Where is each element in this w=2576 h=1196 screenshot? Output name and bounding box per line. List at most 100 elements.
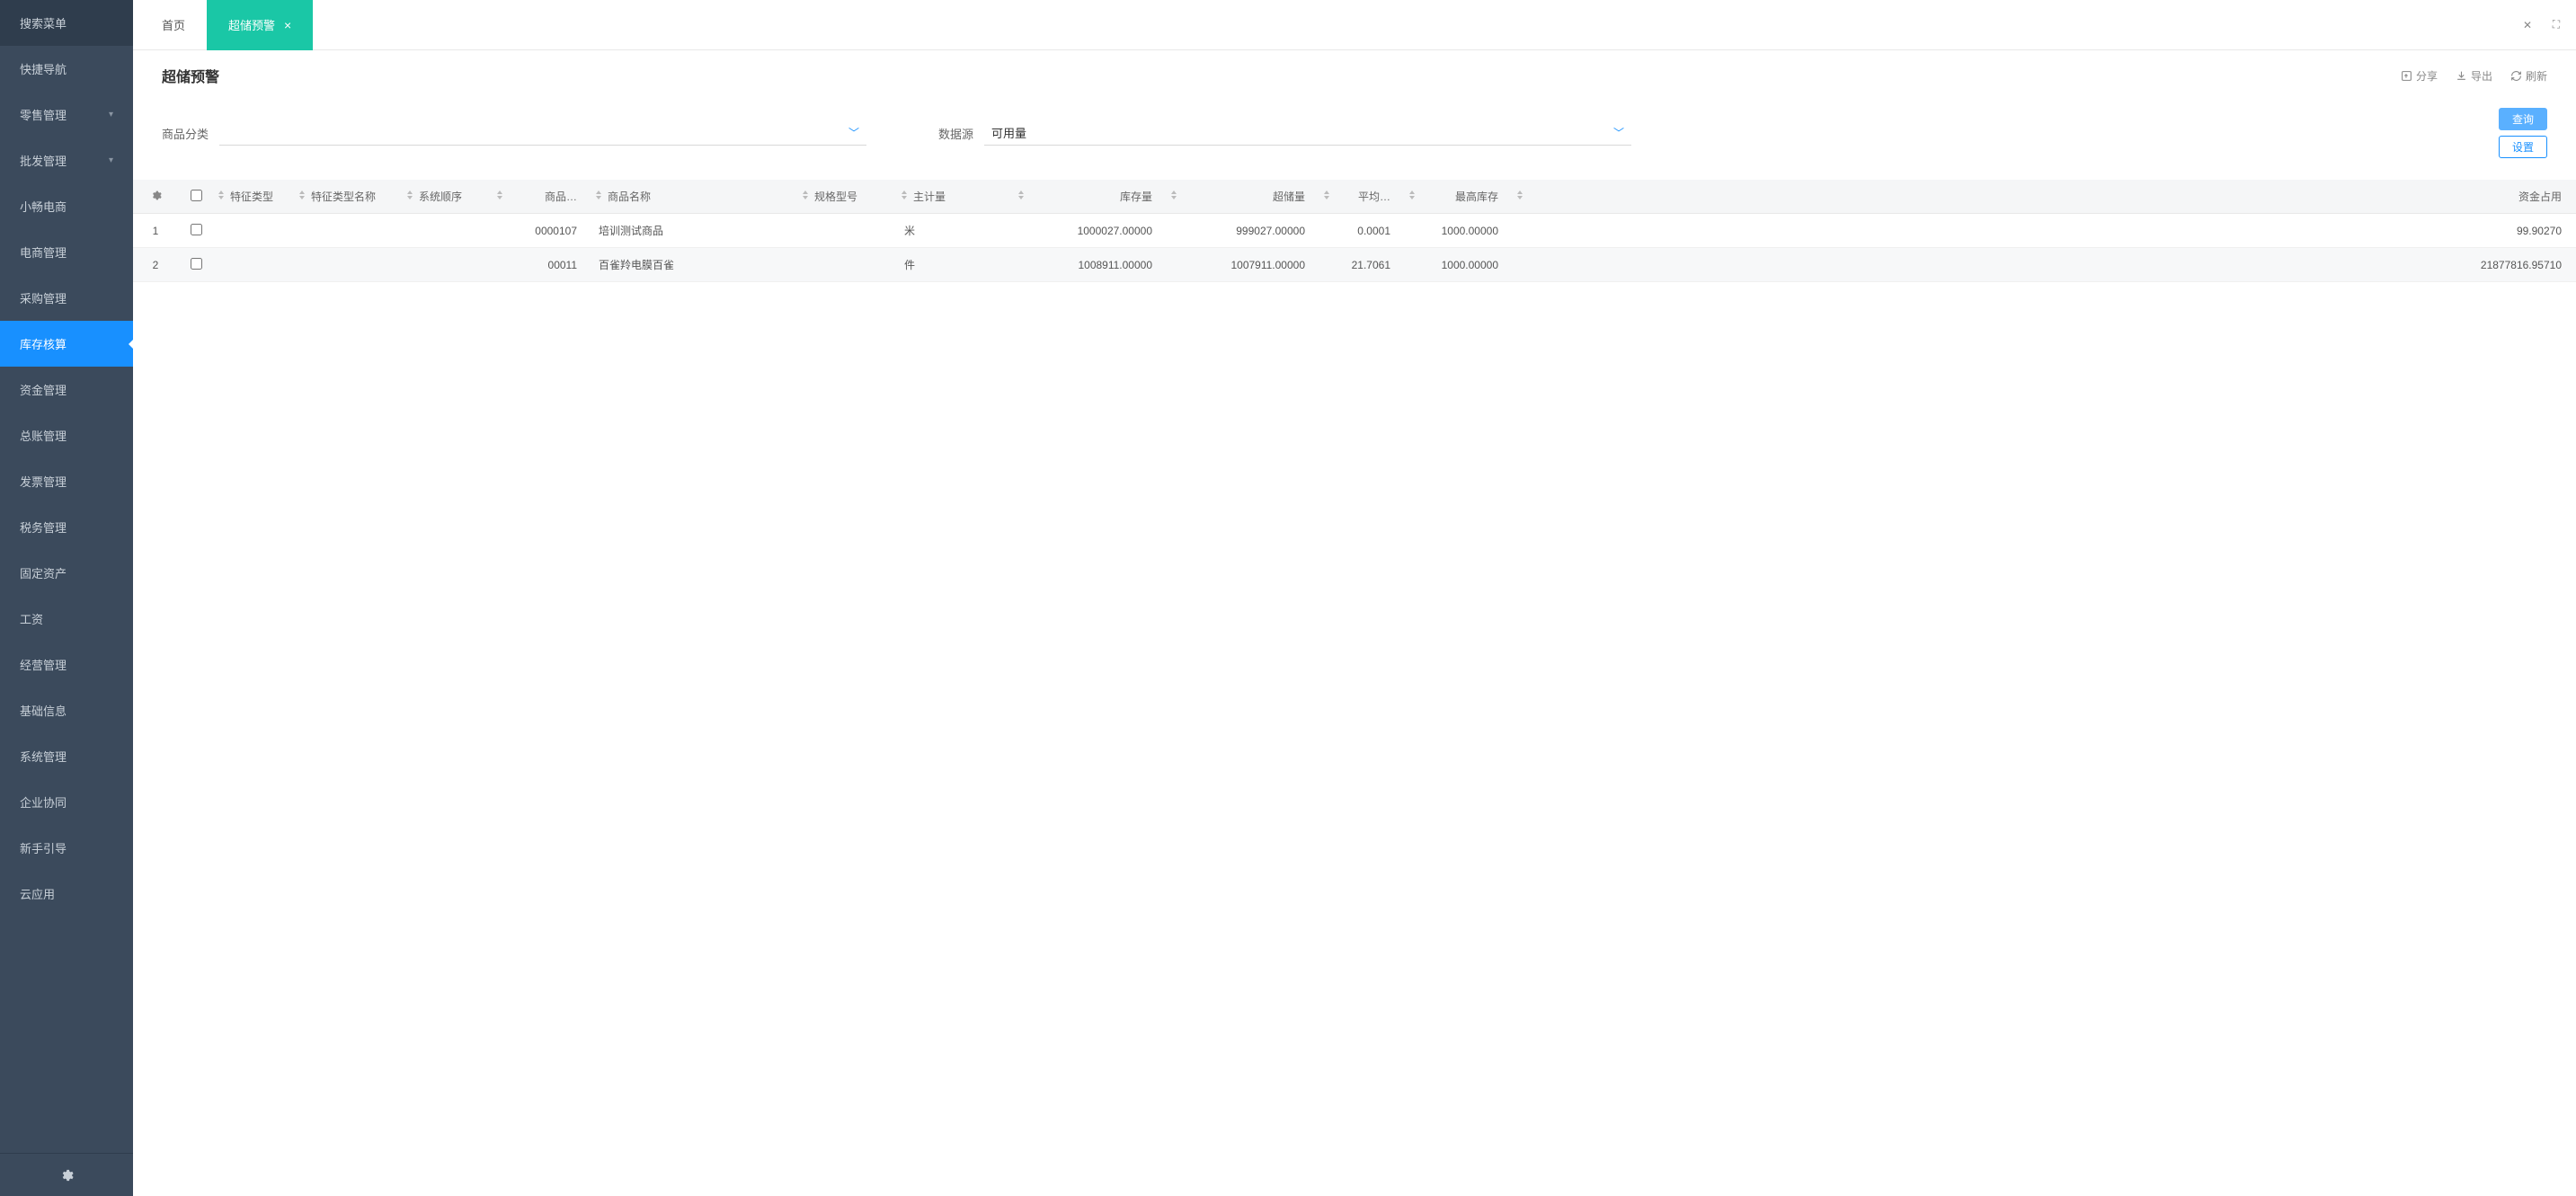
- query-button[interactable]: 查询: [2499, 108, 2547, 130]
- table-cell: [403, 248, 493, 282]
- col-sys-order[interactable]: 系统顺序: [403, 180, 493, 214]
- table-cell: 2: [133, 248, 178, 282]
- sidebar-item-5[interactable]: 电商管理: [0, 229, 133, 275]
- table-cell: 米: [897, 214, 1014, 248]
- sidebar-item-label: 快捷导航: [20, 60, 67, 77]
- col-avg[interactable]: 平均…: [1319, 180, 1405, 214]
- data-table-wrap: 特征类型 特征类型名称 系统顺序 商品… 商品名称 规格型号 主计量 库存量 超…: [133, 180, 2576, 1196]
- table-cell: [295, 214, 403, 248]
- table-cell: 1000.00000: [1405, 248, 1513, 282]
- settings-button[interactable]: 设置: [2499, 136, 2547, 158]
- main-area: 首页超储预警× ✕ ⛶ 超储预警 分享 导出 刷新: [133, 0, 2576, 1196]
- sidebar-item-label: 新手引导: [20, 839, 67, 856]
- col-capital[interactable]: 资金占用: [1513, 180, 2576, 214]
- filter-row: 商品分类 ﹀ 数据源 可用量 ﹀ 查询 设置: [133, 93, 2576, 180]
- col-max-stock[interactable]: 最高库存: [1405, 180, 1513, 214]
- table-row[interactable]: 200011百雀羚电膜百雀件1008911.000001007911.00000…: [133, 248, 2576, 282]
- sidebar-item-label: 电商管理: [20, 244, 67, 261]
- select-all-checkbox[interactable]: [191, 190, 202, 201]
- sidebar-item-label: 资金管理: [20, 381, 67, 398]
- close-icon[interactable]: ✕: [2515, 13, 2540, 38]
- col-unit[interactable]: 主计量: [897, 180, 1014, 214]
- table-cell: 百雀羚电膜百雀: [591, 248, 798, 282]
- sidebar-item-18[interactable]: 新手引导: [0, 825, 133, 871]
- sidebar-item-label: 发票管理: [20, 473, 67, 490]
- table-cell: [178, 248, 214, 282]
- page-header: 超储预警 分享 导出 刷新: [133, 50, 2576, 93]
- tab-close-icon[interactable]: ×: [284, 18, 291, 32]
- tab-label: 超储预警: [228, 16, 275, 33]
- share-action[interactable]: 分享: [2401, 68, 2438, 84]
- table-cell: 件: [897, 248, 1014, 282]
- sidebar-item-16[interactable]: 系统管理: [0, 733, 133, 779]
- col-feature-type-name[interactable]: 特征类型名称: [295, 180, 403, 214]
- export-action[interactable]: 导出: [2456, 68, 2492, 84]
- table-cell: 1000.00000: [1405, 214, 1513, 248]
- sidebar-item-7[interactable]: 库存核算: [0, 321, 133, 367]
- sidebar-item-6[interactable]: 采购管理: [0, 275, 133, 321]
- gear-icon[interactable]: [59, 1168, 74, 1183]
- col-stock[interactable]: 库存量: [1014, 180, 1167, 214]
- filter-source-select[interactable]: 可用量 ﹀: [984, 120, 1631, 146]
- tab-1[interactable]: 超储预警 ×: [207, 0, 313, 50]
- filter-category-select[interactable]: ﹀: [219, 120, 866, 146]
- refresh-action[interactable]: 刷新: [2510, 68, 2547, 84]
- tab-bar: 首页 超储预警 × ✕ ⛶: [133, 0, 2576, 50]
- filter-source-label: 数据源: [938, 125, 973, 142]
- page-title: 超储预警: [162, 65, 219, 86]
- table-cell: 0.0001: [1319, 214, 1405, 248]
- col-feature-type[interactable]: 特征类型: [214, 180, 295, 214]
- table-cell: [214, 248, 295, 282]
- table-cell: [214, 214, 295, 248]
- refresh-icon: [2510, 70, 2522, 82]
- sidebar-item-19[interactable]: 云应用: [0, 871, 133, 917]
- sidebar-item-8[interactable]: 资金管理: [0, 367, 133, 412]
- sidebar: 搜索菜单快捷导航零售管理▾批发管理▾ 小畅电商电商管理采购管理库存核算资金管理总账…: [0, 0, 133, 1196]
- sidebar-item-10[interactable]: 发票管理: [0, 458, 133, 504]
- table-cell: [798, 248, 897, 282]
- col-overstock[interactable]: 超储量: [1167, 180, 1319, 214]
- table-cell: 1: [133, 214, 178, 248]
- col-spec[interactable]: 规格型号: [798, 180, 897, 214]
- tab-0[interactable]: 首页: [140, 0, 207, 50]
- table-cell: 21877816.95710: [1513, 248, 2576, 282]
- table-row[interactable]: 10000107培训测试商品米1000027.00000999027.00000…: [133, 214, 2576, 248]
- sidebar-item-4[interactable]: 小畅电商: [0, 183, 133, 229]
- sidebar-item-13[interactable]: 工资: [0, 596, 133, 642]
- sidebar-item-0[interactable]: 搜索菜单: [0, 0, 133, 46]
- filter-source: 数据源 可用量 ﹀: [938, 120, 1631, 146]
- chevron-down-icon: ﹀: [1613, 125, 1624, 140]
- sidebar-item-9[interactable]: 总账管理: [0, 412, 133, 458]
- caret-down-icon: ▾: [109, 110, 113, 120]
- row-checkbox[interactable]: [191, 224, 202, 235]
- table-cell: 21.7061: [1319, 248, 1405, 282]
- export-icon: [2456, 70, 2467, 82]
- sidebar-item-3[interactable]: 批发管理▾: [0, 137, 133, 183]
- col-product-code[interactable]: 商品…: [493, 180, 591, 214]
- data-table: 特征类型 特征类型名称 系统顺序 商品… 商品名称 规格型号 主计量 库存量 超…: [133, 180, 2576, 282]
- chevron-down-icon: ﹀: [848, 125, 859, 140]
- gear-icon: [150, 190, 162, 201]
- sidebar-item-label: 企业协同: [20, 793, 67, 811]
- sidebar-item-14[interactable]: 经营管理: [0, 642, 133, 687]
- sidebar-item-2[interactable]: 零售管理▾: [0, 92, 133, 137]
- col-select-all[interactable]: [178, 180, 214, 214]
- table-cell: 1000027.00000: [1014, 214, 1167, 248]
- sidebar-item-label: 基础信息: [20, 702, 67, 719]
- tab-label: 首页: [162, 16, 185, 33]
- expand-icon[interactable]: ⛶: [2544, 13, 2569, 38]
- sidebar-item-12[interactable]: 固定资产: [0, 550, 133, 596]
- sidebar-item-15[interactable]: 基础信息: [0, 687, 133, 733]
- table-cell: [798, 214, 897, 248]
- col-settings[interactable]: [133, 180, 178, 214]
- table-cell: 培训测试商品: [591, 214, 798, 248]
- sidebar-item-label: 固定资产: [20, 564, 67, 581]
- sidebar-item-1[interactable]: 快捷导航: [0, 46, 133, 92]
- sidebar-item-17[interactable]: 企业协同: [0, 779, 133, 825]
- sidebar-item-label: 小畅电商: [20, 198, 67, 215]
- sidebar-item-11[interactable]: 税务管理: [0, 504, 133, 550]
- caret-down-icon: ▾: [109, 155, 113, 165]
- row-checkbox[interactable]: [191, 258, 202, 270]
- table-cell: 1008911.00000: [1014, 248, 1167, 282]
- col-product-name[interactable]: 商品名称: [591, 180, 798, 214]
